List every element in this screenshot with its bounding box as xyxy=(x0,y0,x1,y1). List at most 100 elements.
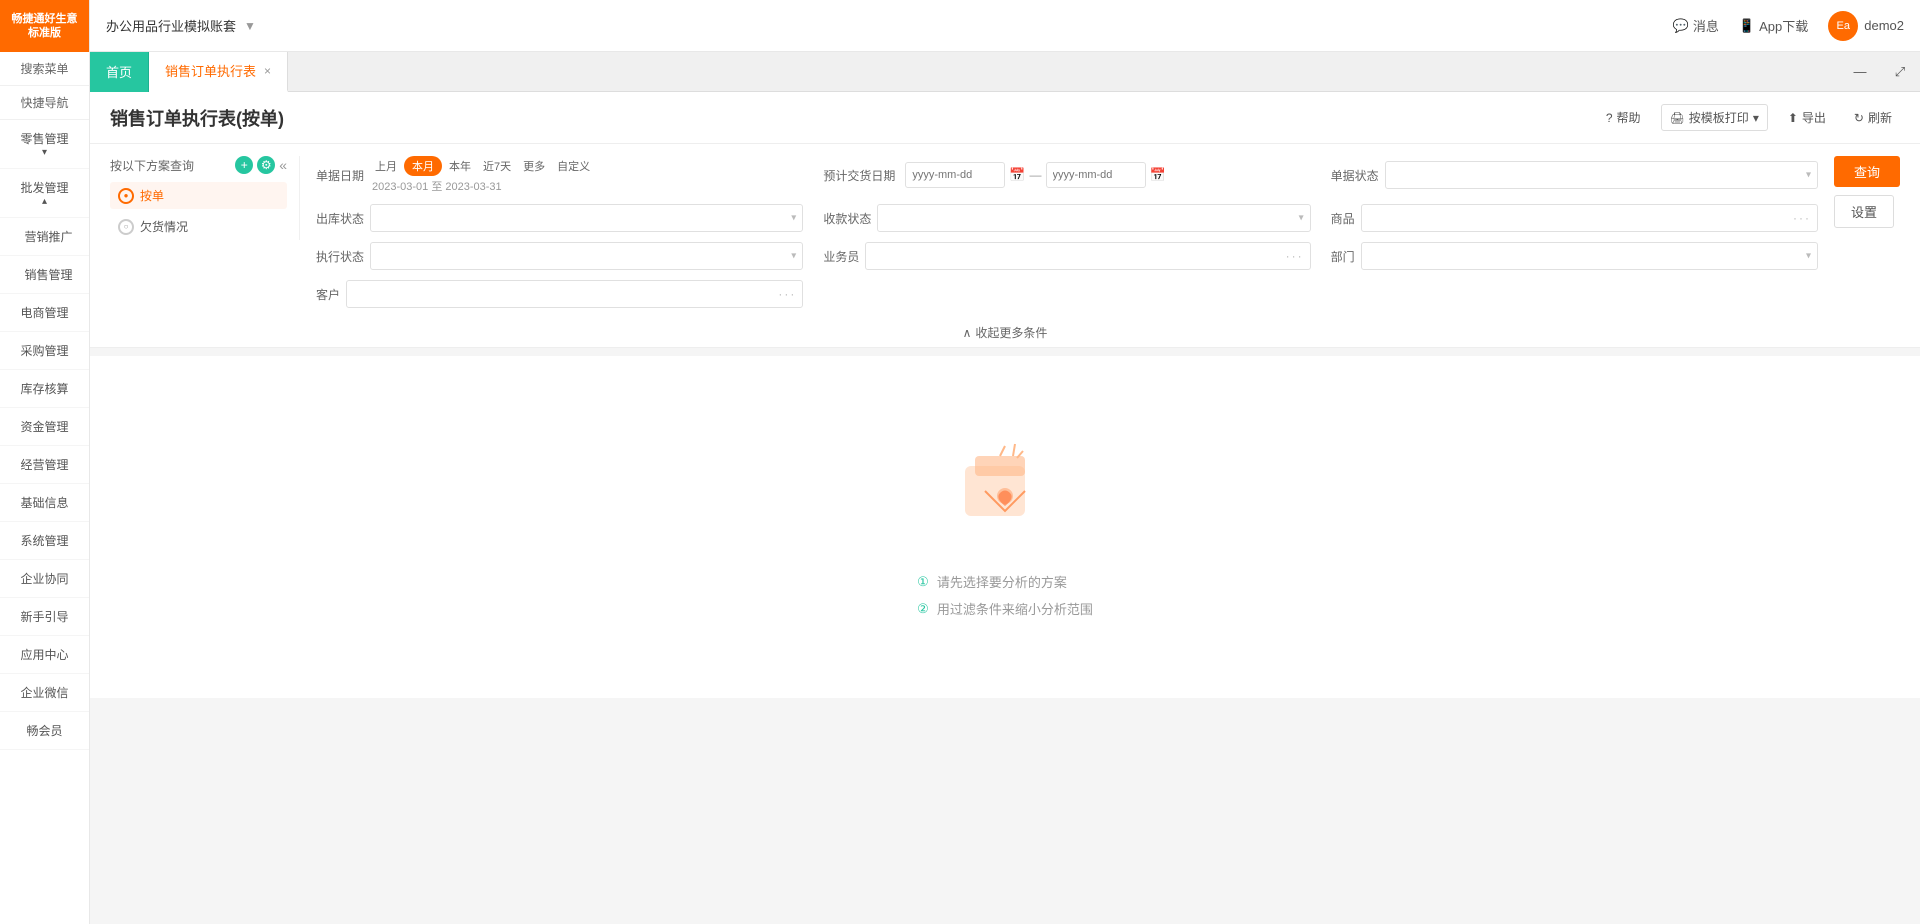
expected-date-range: 📅 — 📅 xyxy=(905,162,1310,188)
sidebar-item-appcenter[interactable]: 应用中心 xyxy=(0,636,89,674)
minimize-icon: — xyxy=(1854,64,1867,79)
filter-item-date: 单据日期 上月 本月 本年 近7天 更多 xyxy=(316,156,803,194)
filter-section: 按以下方案查询 + ⚙ xyxy=(90,144,1920,347)
sidebar-item-purchase[interactable]: 采购管理 xyxy=(0,332,89,370)
sidebar-item-finance[interactable]: 资金管理 xyxy=(0,408,89,446)
calendar-icon-2[interactable]: 📅 xyxy=(1150,167,1166,183)
topbar-dropdown-icon[interactable]: ▼ xyxy=(244,19,256,33)
sidebar-item-basic[interactable]: 基础信息 xyxy=(0,484,89,522)
sidebar-item-ecommerce[interactable]: 电商管理 xyxy=(0,294,89,332)
sidebar-item-marketing[interactable]: 营销推广 xyxy=(0,218,89,256)
sidebar-item-system[interactable]: 系统管理 xyxy=(0,522,89,560)
topbar-left: 办公用品行业模拟账套 ▼ xyxy=(106,16,256,35)
filter-item-customer: 客户 ··· xyxy=(316,280,803,308)
dept-select[interactable]: ▾ xyxy=(1361,242,1818,270)
date-tab-more[interactable]: 更多 xyxy=(518,156,550,176)
scheme-add-button[interactable]: + xyxy=(235,156,253,174)
sidebar-item-operation[interactable]: 经营管理 xyxy=(0,446,89,484)
goods-input[interactable]: ··· xyxy=(1361,204,1818,232)
delivery-chevron-icon: ▾ xyxy=(791,213,796,224)
sidebar-item-enterprise[interactable]: 企业协同 xyxy=(0,560,89,598)
expected-date-from[interactable] xyxy=(905,162,1005,188)
avatar-text: Ea xyxy=(1837,20,1850,32)
scheme-collapse-button[interactable]: « xyxy=(279,157,287,173)
empty-state: ① 请先选择要分析的方案 ② 用过滤条件来缩小分析范围 xyxy=(90,356,1920,698)
tab-home[interactable]: 首页 xyxy=(90,52,149,92)
sidebar-item-purchase-label: 采购管理 xyxy=(20,342,68,359)
scheme-item2-label: 欠货情况 xyxy=(140,218,188,235)
expected-date-to[interactable] xyxy=(1046,162,1146,188)
message-button[interactable]: 💬 消息 xyxy=(1673,16,1719,35)
delivery-select[interactable]: ▾ xyxy=(370,204,803,232)
sidebar-logo-text: 畅捷通好生意 xyxy=(12,12,78,26)
sidebar-item-wholesale[interactable]: 批发管理 ▴ xyxy=(0,169,89,218)
scheme-item-shortage[interactable]: ○ 欠货情况 xyxy=(110,213,287,240)
date-tab-thisyear[interactable]: 本年 xyxy=(444,156,476,176)
expected-date-label: 预计交货日期 xyxy=(823,167,895,184)
sidebar-item-member[interactable]: 畅会员 xyxy=(0,712,89,750)
message-icon: 💬 xyxy=(1673,18,1689,34)
help-icon: ? xyxy=(1606,111,1613,125)
scheme-setting-button[interactable]: ⚙ xyxy=(257,156,275,174)
date-tab-custom[interactable]: 自定义 xyxy=(552,156,595,176)
dept-chevron-icon: ▾ xyxy=(1806,251,1811,262)
scheme-active-icon: ● xyxy=(118,188,134,204)
page-content: 销售订单执行表(按单) ? 帮助 🖨 按模板打印 ▾ ⬆ 导出 xyxy=(90,92,1920,924)
app-download-button[interactable]: 📱 App下载 xyxy=(1739,16,1808,35)
tab-expand-button[interactable]: — xyxy=(1840,52,1880,92)
reset-button[interactable]: 设置 xyxy=(1834,195,1894,228)
date-tab-7days[interactable]: 近7天 xyxy=(478,156,516,176)
sidebar-item-appcenter-label: 应用中心 xyxy=(20,646,68,663)
topbar: 办公用品行业模拟账套 ▼ 💬 消息 📱 App下载 Ea demo2 xyxy=(90,0,1920,52)
calendar-icon-1[interactable]: 📅 xyxy=(1009,167,1025,183)
search-button[interactable]: 查询 xyxy=(1834,156,1900,187)
sidebar-item-search[interactable]: 搜索菜单 xyxy=(0,52,89,86)
sidebar-item-sales-label: 销售管理 xyxy=(24,266,72,283)
tab-fullscreen-button[interactable]: ⤢ xyxy=(1880,52,1920,92)
sidebar-item-basic-label: 基础信息 xyxy=(20,494,68,511)
date-tab-lastmonth[interactable]: 上月 xyxy=(370,156,402,176)
help-button[interactable]: ? 帮助 xyxy=(1598,105,1649,130)
page-actions: ? 帮助 🖨 按模板打印 ▾ ⬆ 导出 ↻ 刷新 xyxy=(1598,104,1900,131)
export-button[interactable]: ⬆ 导出 xyxy=(1780,105,1834,130)
sidebar-item-wechat[interactable]: 企业微信 xyxy=(0,674,89,712)
date-label: 单据日期 xyxy=(316,167,364,184)
print-label: 按模板打印 xyxy=(1689,109,1749,126)
dept-label: 部门 xyxy=(1331,248,1355,265)
status-chevron-icon: ▾ xyxy=(1806,170,1811,181)
status-select[interactable]: ▾ xyxy=(1385,161,1818,189)
print-icon: 🖨 xyxy=(1670,111,1685,125)
filter-item-expected-date: 预计交货日期 📅 — 📅 xyxy=(823,162,1310,188)
scheme-item-by-order[interactable]: ● 按单 xyxy=(110,182,287,209)
tab-sales-order[interactable]: 销售订单执行表 × xyxy=(149,52,288,92)
sidebar-item-retail[interactable]: 零售管理 ▾ xyxy=(0,120,89,169)
fullscreen-icon: ⤢ xyxy=(1895,64,1905,80)
tab-close-icon[interactable]: × xyxy=(264,64,271,78)
sidebar-item-inventory[interactable]: 库存核算 xyxy=(0,370,89,408)
empty-illustration xyxy=(945,436,1065,556)
filter-item-payment: 收款状态 ▾ xyxy=(823,204,1310,232)
sidebar-item-retail-label: 零售管理 xyxy=(20,130,68,147)
export-label: 导出 xyxy=(1802,109,1826,126)
salesman-input[interactable]: ··· xyxy=(865,242,1310,270)
exec-select[interactable]: ▾ xyxy=(370,242,803,270)
refresh-button[interactable]: ↻ 刷新 xyxy=(1846,105,1900,130)
hint-1-text: 请先选择要分析的方案 xyxy=(937,572,1067,591)
date-tab-thismonth[interactable]: 本月 xyxy=(404,156,442,176)
filter-row-3: 执行状态 ▾ 业务员 ··· xyxy=(316,242,1818,270)
sidebar-quicknav-label: 快捷导航 xyxy=(20,96,68,110)
sidebar-item-quicknav[interactable]: 快捷导航 xyxy=(0,86,89,120)
sidebar-logo: 畅捷通好生意 标准版 xyxy=(0,0,89,52)
refresh-icon: ↻ xyxy=(1854,111,1864,125)
sidebar-item-newuser[interactable]: 新手引导 xyxy=(0,598,89,636)
filter-item-dept: 部门 ▾ xyxy=(1331,242,1818,270)
sidebar-item-enterprise-label: 企业协同 xyxy=(20,570,68,587)
sidebar-item-sales[interactable]: 销售管理 xyxy=(0,256,89,294)
customer-input[interactable]: ··· xyxy=(346,280,803,308)
print-button[interactable]: 🖨 按模板打印 ▾ xyxy=(1661,104,1768,131)
date-separator: — xyxy=(1030,168,1042,182)
payment-select[interactable]: ▾ xyxy=(877,204,1310,232)
status-label: 单据状态 xyxy=(1331,167,1379,184)
collapse-bar[interactable]: ∧ 收起更多条件 xyxy=(110,318,1900,347)
user-profile[interactable]: Ea demo2 xyxy=(1828,11,1904,41)
